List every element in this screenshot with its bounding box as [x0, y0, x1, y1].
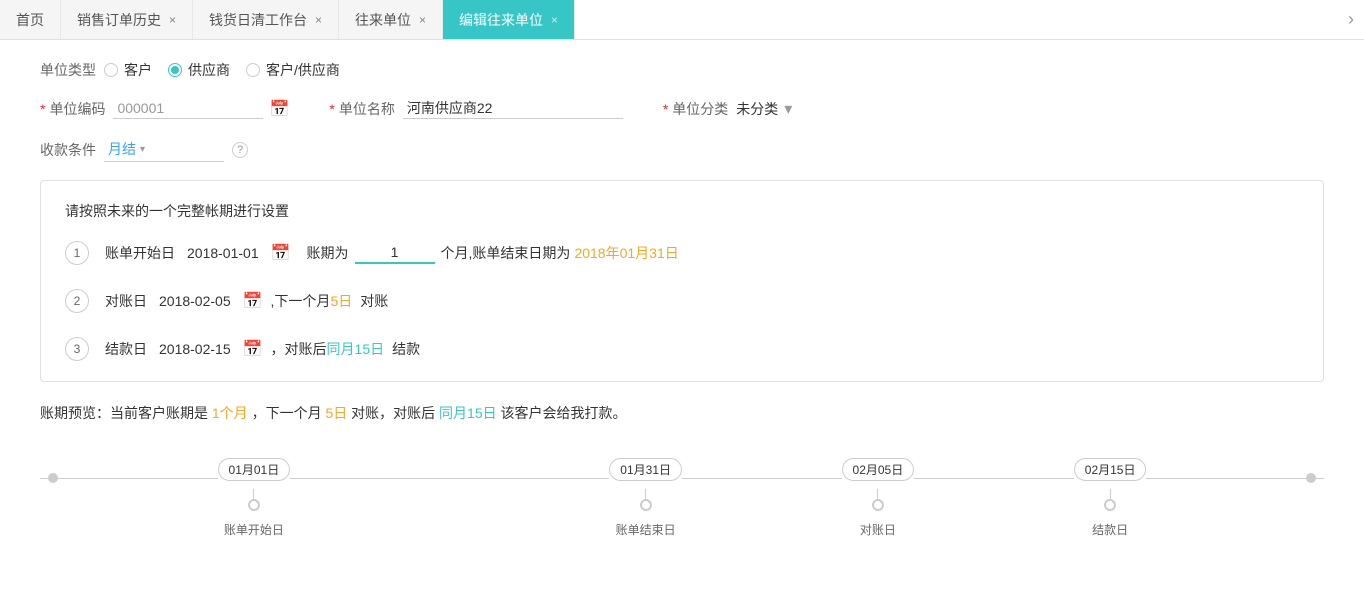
period-desc-suffix-3: 结款 — [392, 339, 420, 359]
preview-date1: 5日 — [325, 405, 347, 421]
radio-circle-customer — [104, 63, 118, 77]
timeline-point-2: 01月31日 账单结束日 — [609, 458, 682, 538]
code-name-row: * 单位编码 📅 * 单位名称 * 单位分类 未分类 ▾ — [40, 98, 1324, 119]
timeline-badge-1: 01月01日 — [218, 458, 291, 481]
code-label: 单位编码 — [49, 99, 105, 119]
timeline-dot-3 — [872, 499, 884, 511]
code-input[interactable] — [113, 98, 263, 119]
timeline-label-3: 对账日 — [860, 521, 896, 538]
period-label-2: 对账日 — [105, 291, 147, 311]
unit-type-radio-group: 客户 供应商 客户/供应商 — [104, 60, 340, 80]
period-desc-prefix-2: ,下一个月 — [271, 291, 331, 311]
preview-suffix: 该客户会给我打款。 — [501, 405, 627, 421]
period-cal-2[interactable]: 📅 — [243, 291, 263, 311]
main-content: 单位类型 客户 供应商 客户/供应商 * 单位编码 📅 * — [0, 40, 1364, 608]
tab-more-button[interactable]: › — [1338, 0, 1364, 39]
timeline-label-2: 账单结束日 — [616, 521, 676, 538]
classify-group: * 单位分类 未分类 ▾ — [663, 99, 876, 119]
preview-text: 账期预览：当前客户账期是 1个月 ，下一个月 5日 对账，对账后 同月15日 该… — [40, 402, 1324, 424]
period-row-3: 3 结款日 2018-02-15 📅 ，对账后 同月15日 结款 — [65, 337, 1299, 361]
classify-label: 单位分类 — [672, 99, 728, 119]
name-input[interactable] — [403, 98, 623, 119]
classify-arrow-icon[interactable]: ▾ — [784, 99, 792, 119]
timeline-badge-4: 02月15日 — [1074, 458, 1147, 481]
payment-label: 收款条件 — [40, 140, 96, 160]
period-month-input[interactable] — [355, 242, 435, 264]
period-label-3: 结款日 — [105, 339, 147, 359]
radio-circle-both — [246, 63, 260, 77]
classify-select[interactable]: 未分类 ▾ — [736, 99, 876, 119]
close-tab-cash[interactable]: × — [315, 13, 322, 27]
period-desc-suffix-2: 对账 — [360, 291, 388, 311]
payment-select[interactable]: 月结 ▾ — [104, 137, 224, 162]
period-date-2: 2018-02-05 — [159, 293, 231, 309]
code-group: * 单位编码 📅 — [40, 98, 289, 119]
radio-circle-supplier — [168, 63, 182, 77]
timeline-badge-2: 01月31日 — [609, 458, 682, 481]
timeline-point-1: 01月01日 账单开始日 — [218, 458, 291, 538]
period-date-3: 2018-02-15 — [159, 341, 231, 357]
tab-bar: 首页 销售订单历史 × 钱货日清工作台 × 往来单位 × 编辑往来单位 × › — [0, 0, 1364, 40]
tab-sales-history[interactable]: 销售订单历史 × — [61, 0, 193, 39]
period-desc-prefix-3: ，对账后 — [271, 339, 327, 359]
section-title: 请按照未来的一个完整帐期进行设置 — [65, 201, 1299, 221]
timeline-point-3: 02月05日 对账日 — [842, 458, 915, 538]
preview-mid: ，下一个月 — [252, 405, 322, 421]
code-calendar-icon[interactable]: 📅 — [269, 99, 289, 119]
period-num-2: 2 — [65, 289, 89, 313]
unit-type-row: 单位类型 客户 供应商 客户/供应商 — [40, 60, 1324, 80]
period-cal-1[interactable]: 📅 — [271, 243, 291, 263]
timeline-label-4: 结款日 — [1092, 521, 1128, 538]
period-num-3: 3 — [65, 337, 89, 361]
close-tab-edit-partner[interactable]: × — [551, 13, 558, 27]
classify-value: 未分类 — [736, 99, 778, 119]
period-end-date: 2018年01月31日 — [574, 243, 678, 263]
tab-cash-work[interactable]: 钱货日清工作台 × — [193, 0, 339, 39]
timeline-dot-2 — [640, 499, 652, 511]
period-date-1: 2018-01-01 — [187, 245, 259, 261]
period-label-1: 账单开始日 — [105, 243, 175, 263]
period-highlight-2: 5日 — [330, 291, 352, 311]
period-row-1: 1 账单开始日 2018-01-01 📅 账期为 个月,账单结束日期为 2018… — [65, 241, 1299, 265]
period-highlight-3: 同月15日 — [327, 339, 385, 359]
period-suffix-1: 个月,账单结束日期为 — [441, 243, 571, 263]
tab-partner[interactable]: 往来单位 × — [339, 0, 443, 39]
period-num-1: 1 — [65, 241, 89, 265]
timeline: 01月01日 账单开始日 01月31日 账单结束日 02月05日 对账日 02月… — [40, 448, 1324, 568]
payment-arrow-icon[interactable]: ▾ — [140, 144, 145, 155]
radio-both[interactable]: 客户/供应商 — [246, 60, 340, 80]
tab-home[interactable]: 首页 — [0, 0, 61, 39]
period-cal-3[interactable]: 📅 — [243, 339, 263, 359]
tab-edit-partner[interactable]: 编辑往来单位 × — [443, 0, 575, 39]
timeline-dot-1 — [248, 499, 260, 511]
preview-prefix: 账期预览：当前客户账期是 — [40, 405, 208, 421]
name-group: * 单位名称 — [329, 98, 622, 119]
payment-help-icon[interactable]: ? — [232, 142, 248, 158]
timeline-point-4: 02月15日 结款日 — [1074, 458, 1147, 538]
period-row-2: 2 对账日 2018-02-05 📅 ,下一个月 5日 对账 — [65, 289, 1299, 313]
preview-month: 1个月 — [212, 405, 248, 421]
timeline-badge-3: 02月05日 — [842, 458, 915, 481]
close-tab-partner[interactable]: × — [419, 13, 426, 27]
timeline-start-dot — [48, 473, 58, 483]
preview-mid2: 对账，对账后 — [351, 405, 435, 421]
timeline-dot-4 — [1104, 499, 1116, 511]
payment-row: 收款条件 月结 ▾ ? — [40, 137, 1324, 162]
name-label: 单位名称 — [339, 99, 395, 119]
payment-value: 月结 — [108, 139, 136, 159]
period-section: 请按照未来的一个完整帐期进行设置 1 账单开始日 2018-01-01 📅 账期… — [40, 180, 1324, 382]
radio-customer[interactable]: 客户 — [104, 60, 152, 80]
radio-supplier[interactable]: 供应商 — [168, 60, 230, 80]
close-tab-sales[interactable]: × — [169, 13, 176, 27]
preview-date2: 同月15日 — [439, 405, 497, 421]
timeline-label-1: 账单开始日 — [224, 521, 284, 538]
period-prefix-1: 账期为 — [307, 243, 349, 263]
unit-type-label: 单位类型 — [40, 60, 96, 80]
timeline-end-dot — [1306, 473, 1316, 483]
